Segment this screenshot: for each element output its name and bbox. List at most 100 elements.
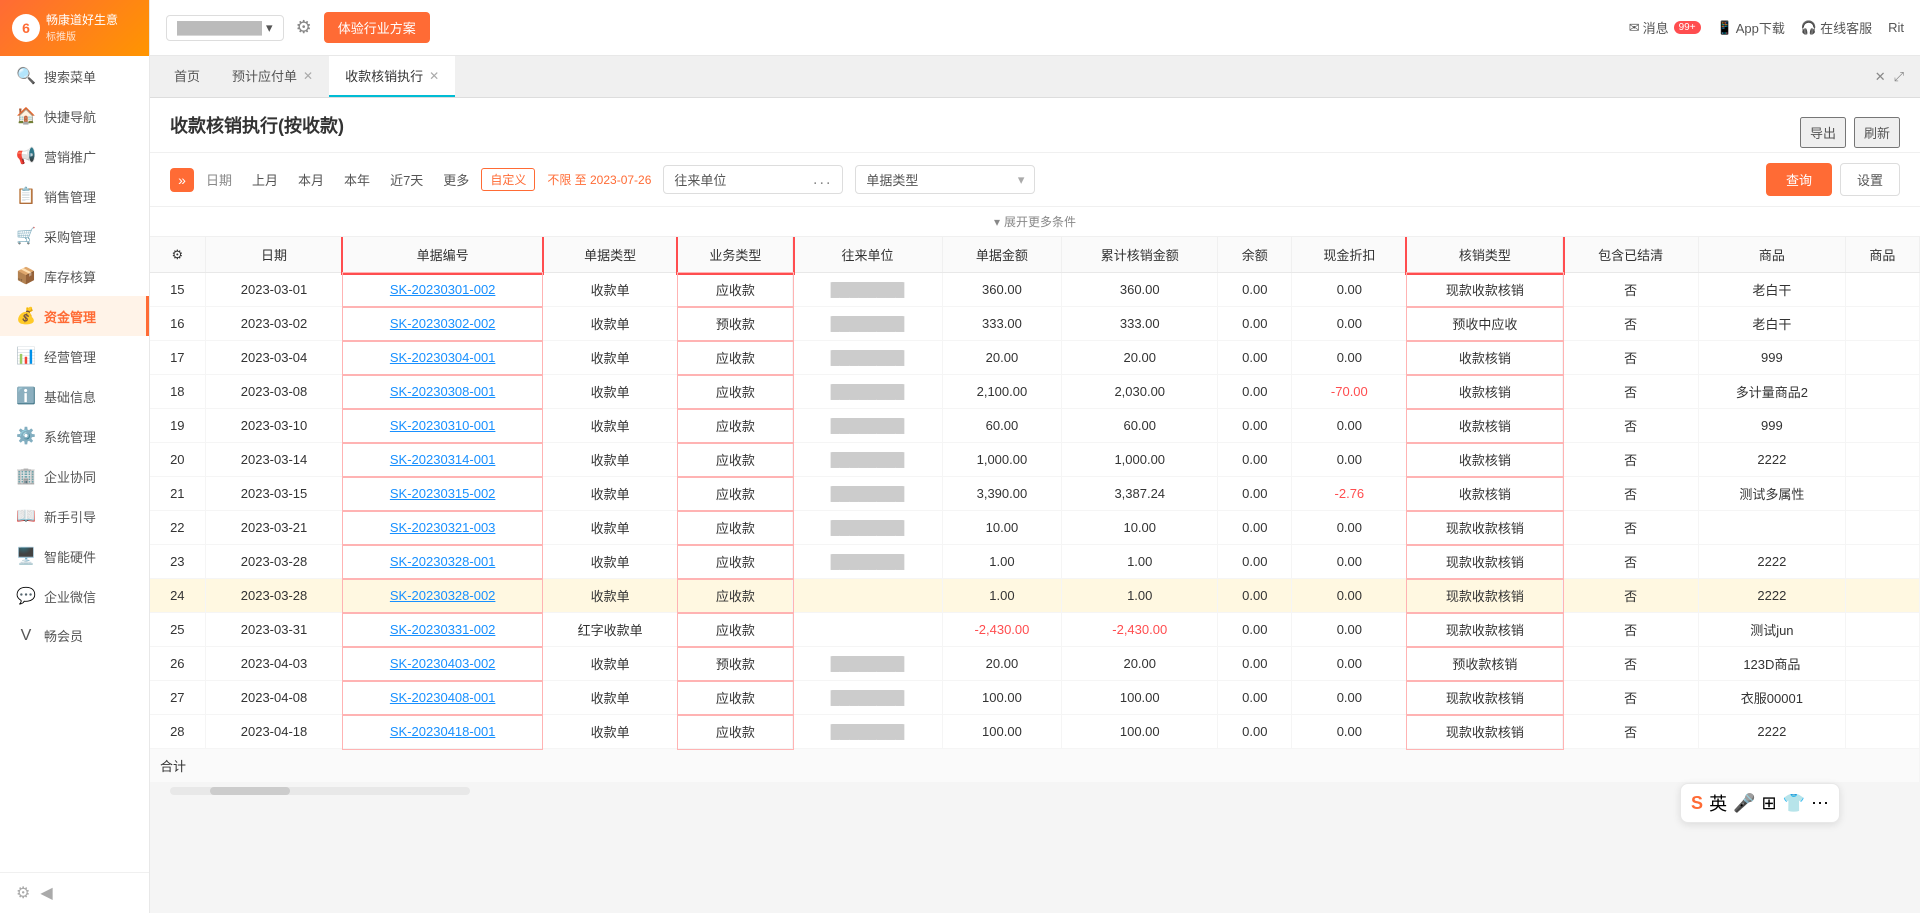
col-header-amount[interactable]: 单据金额: [942, 237, 1062, 273]
overlay-more-icon[interactable]: ⋯: [1811, 793, 1829, 814]
collapse-icon[interactable]: ◀: [40, 883, 52, 903]
sidebar-item-guide[interactable]: 📖 新手引导: [0, 496, 149, 536]
table-row-amount: 1.00: [942, 545, 1062, 579]
table-row-include-settled: 否: [1563, 511, 1699, 545]
table-row-doc-type: 收款单: [542, 647, 678, 681]
col-header-balance[interactable]: 余额: [1218, 237, 1292, 273]
col-header-doc-no[interactable]: 单据编号: [343, 237, 542, 273]
sidebar-item-sales[interactable]: 📋 销售管理: [0, 176, 149, 216]
tabs-controls: ✕ ⤢: [1867, 69, 1912, 85]
phone-icon: 📱: [1717, 20, 1733, 36]
sidebar-item-wechat[interactable]: 💬 企业微信: [0, 576, 149, 616]
sidebar-item-search[interactable]: 🔍 搜索菜单: [0, 56, 149, 96]
table-row-doc-no[interactable]: SK-20230418-001: [343, 715, 542, 749]
online-service-btn[interactable]: 🎧 在线客服: [1801, 18, 1872, 37]
sidebar-item-ops[interactable]: 📊 经营管理: [0, 336, 149, 376]
table-row-doc-no[interactable]: SK-20230315-002: [343, 477, 542, 511]
table-row-doc-no[interactable]: SK-20230304-001: [343, 341, 542, 375]
filter-expand-button[interactable]: »: [170, 168, 194, 192]
user-name[interactable]: Rit: [1888, 20, 1904, 35]
table-row-doc-no[interactable]: SK-20230403-002: [343, 647, 542, 681]
table-row-cash-discount: 0.00: [1292, 273, 1407, 307]
custom-date-btn[interactable]: 自定义: [481, 168, 535, 191]
table-row-no: 27: [150, 681, 205, 715]
last-month-btn[interactable]: 上月: [244, 168, 286, 191]
col-header-product[interactable]: 商品: [1698, 237, 1845, 273]
table-row-doc-no[interactable]: SK-20230314-001: [343, 443, 542, 477]
tab-close-pre-apply[interactable]: ✕: [303, 69, 313, 83]
sidebar-item-hardware[interactable]: 🖥️ 智能硬件: [0, 536, 149, 576]
table-row-doc-no[interactable]: SK-20230408-001: [343, 681, 542, 715]
scroll-track[interactable]: [170, 787, 470, 795]
table-row-balance: 0.00: [1218, 511, 1292, 545]
query-button[interactable]: 查询: [1766, 163, 1832, 196]
sidebar-item-base[interactable]: ℹ️ 基础信息: [0, 376, 149, 416]
table-row-date: 2023-03-28: [205, 545, 343, 579]
sidebar-item-marketing[interactable]: 📢 营销推广: [0, 136, 149, 176]
close-tab-icon[interactable]: ✕: [1875, 69, 1886, 85]
last-7days-btn[interactable]: 近7天: [382, 168, 431, 191]
refresh-button[interactable]: 刷新: [1854, 117, 1900, 148]
col-header-settings[interactable]: ⚙: [150, 237, 205, 273]
table-row-doc-no[interactable]: SK-20230331-002: [343, 613, 542, 647]
settings-button[interactable]: 设置: [1840, 163, 1900, 196]
sidebar-item-finance[interactable]: 💰 资金管理: [0, 296, 149, 336]
more-date-btn[interactable]: 更多: [435, 168, 477, 191]
data-table-wrapper: ⚙ 日期 单据编号 单据类型 业务类型 往来单位 单据金额 累计核销金额 余额 …: [150, 237, 1920, 783]
col-header-cash-discount[interactable]: 现金折扣: [1292, 237, 1407, 273]
tab-close-collection[interactable]: ✕: [429, 69, 439, 83]
table-row-balance: 0.00: [1218, 341, 1292, 375]
tab-home[interactable]: 首页: [158, 56, 216, 97]
message-icon: ✉: [1629, 20, 1640, 36]
sidebar-item-purchase[interactable]: 🛒 采购管理: [0, 216, 149, 256]
table-row-amount: 1,000.00: [942, 443, 1062, 477]
export-button[interactable]: 导出: [1800, 117, 1846, 148]
sidebar-item-system[interactable]: ⚙️ 系统管理: [0, 416, 149, 456]
col-header-biz-type[interactable]: 业务类型: [678, 237, 793, 273]
message-btn[interactable]: ✉ 消息 99+: [1629, 18, 1701, 37]
table-row-amount: 3,390.00: [942, 477, 1062, 511]
sidebar-item-member[interactable]: V 畅会员: [0, 616, 149, 655]
tab-pre-apply[interactable]: 预计应付单 ✕: [216, 56, 329, 97]
doc-type-field[interactable]: 单据类型 ▾: [855, 165, 1035, 194]
settings-bottom-icon[interactable]: ⚙: [16, 883, 30, 903]
table-row-doc-no[interactable]: SK-20230321-003: [343, 511, 542, 545]
overlay-grid-icon[interactable]: ⊞: [1761, 793, 1776, 814]
col-header-doc-type[interactable]: 单据类型: [542, 237, 678, 273]
table-row-doc-no[interactable]: SK-20230308-001: [343, 375, 542, 409]
home-icon: 🏠: [16, 106, 36, 126]
table-row-doc-no[interactable]: SK-20230328-001: [343, 545, 542, 579]
col-header-include-settled[interactable]: 包含已结清: [1563, 237, 1699, 273]
col-header-date[interactable]: 日期: [205, 237, 343, 273]
maximize-icon[interactable]: ⤢: [1894, 69, 1904, 85]
col-header-partner[interactable]: 往来单位: [793, 237, 942, 273]
table-row-doc-no[interactable]: SK-20230301-002: [343, 273, 542, 307]
table-row-product2: [1845, 715, 1919, 749]
table-row-biz-type: 应收款: [678, 443, 793, 477]
overlay-shirt-icon[interactable]: 👕: [1783, 793, 1805, 814]
this-year-btn[interactable]: 本年: [336, 168, 378, 191]
sidebar-item-quick[interactable]: 🏠 快捷导航: [0, 96, 149, 136]
table-row-include-settled: 否: [1563, 545, 1699, 579]
table-row-product2: [1845, 409, 1919, 443]
table-row-doc-no[interactable]: SK-20230302-002: [343, 307, 542, 341]
scroll-thumb[interactable]: [210, 787, 290, 795]
sidebar-item-corp[interactable]: 🏢 企业协同: [0, 456, 149, 496]
table-row-product2: [1845, 579, 1919, 613]
gear-icon[interactable]: ⚙: [296, 17, 312, 38]
col-header-verify-amount[interactable]: 累计核销金额: [1062, 237, 1218, 273]
this-month-btn[interactable]: 本月: [290, 168, 332, 191]
branch-select[interactable]: ██████████ ▾: [166, 15, 284, 41]
col-header-verify-type[interactable]: 核销类型: [1407, 237, 1563, 273]
col-header-product2[interactable]: 商品: [1845, 237, 1919, 273]
sidebar-item-stock[interactable]: 📦 库存核算: [0, 256, 149, 296]
partner-field[interactable]: 往来单位 ...: [663, 165, 843, 194]
app-download-btn[interactable]: 📱 App下载: [1717, 18, 1785, 37]
tab-collection-exec[interactable]: 收款核销执行 ✕: [329, 56, 455, 97]
table-row-doc-type: 收款单: [542, 409, 678, 443]
table-row-doc-no[interactable]: SK-20230310-001: [343, 409, 542, 443]
overlay-mic-icon[interactable]: 🎤: [1733, 793, 1755, 814]
table-row-doc-no[interactable]: SK-20230328-002: [343, 579, 542, 613]
expand-more-button[interactable]: ▾ 展开更多条件: [994, 213, 1076, 230]
solution-button[interactable]: 体验行业方案: [324, 12, 430, 43]
